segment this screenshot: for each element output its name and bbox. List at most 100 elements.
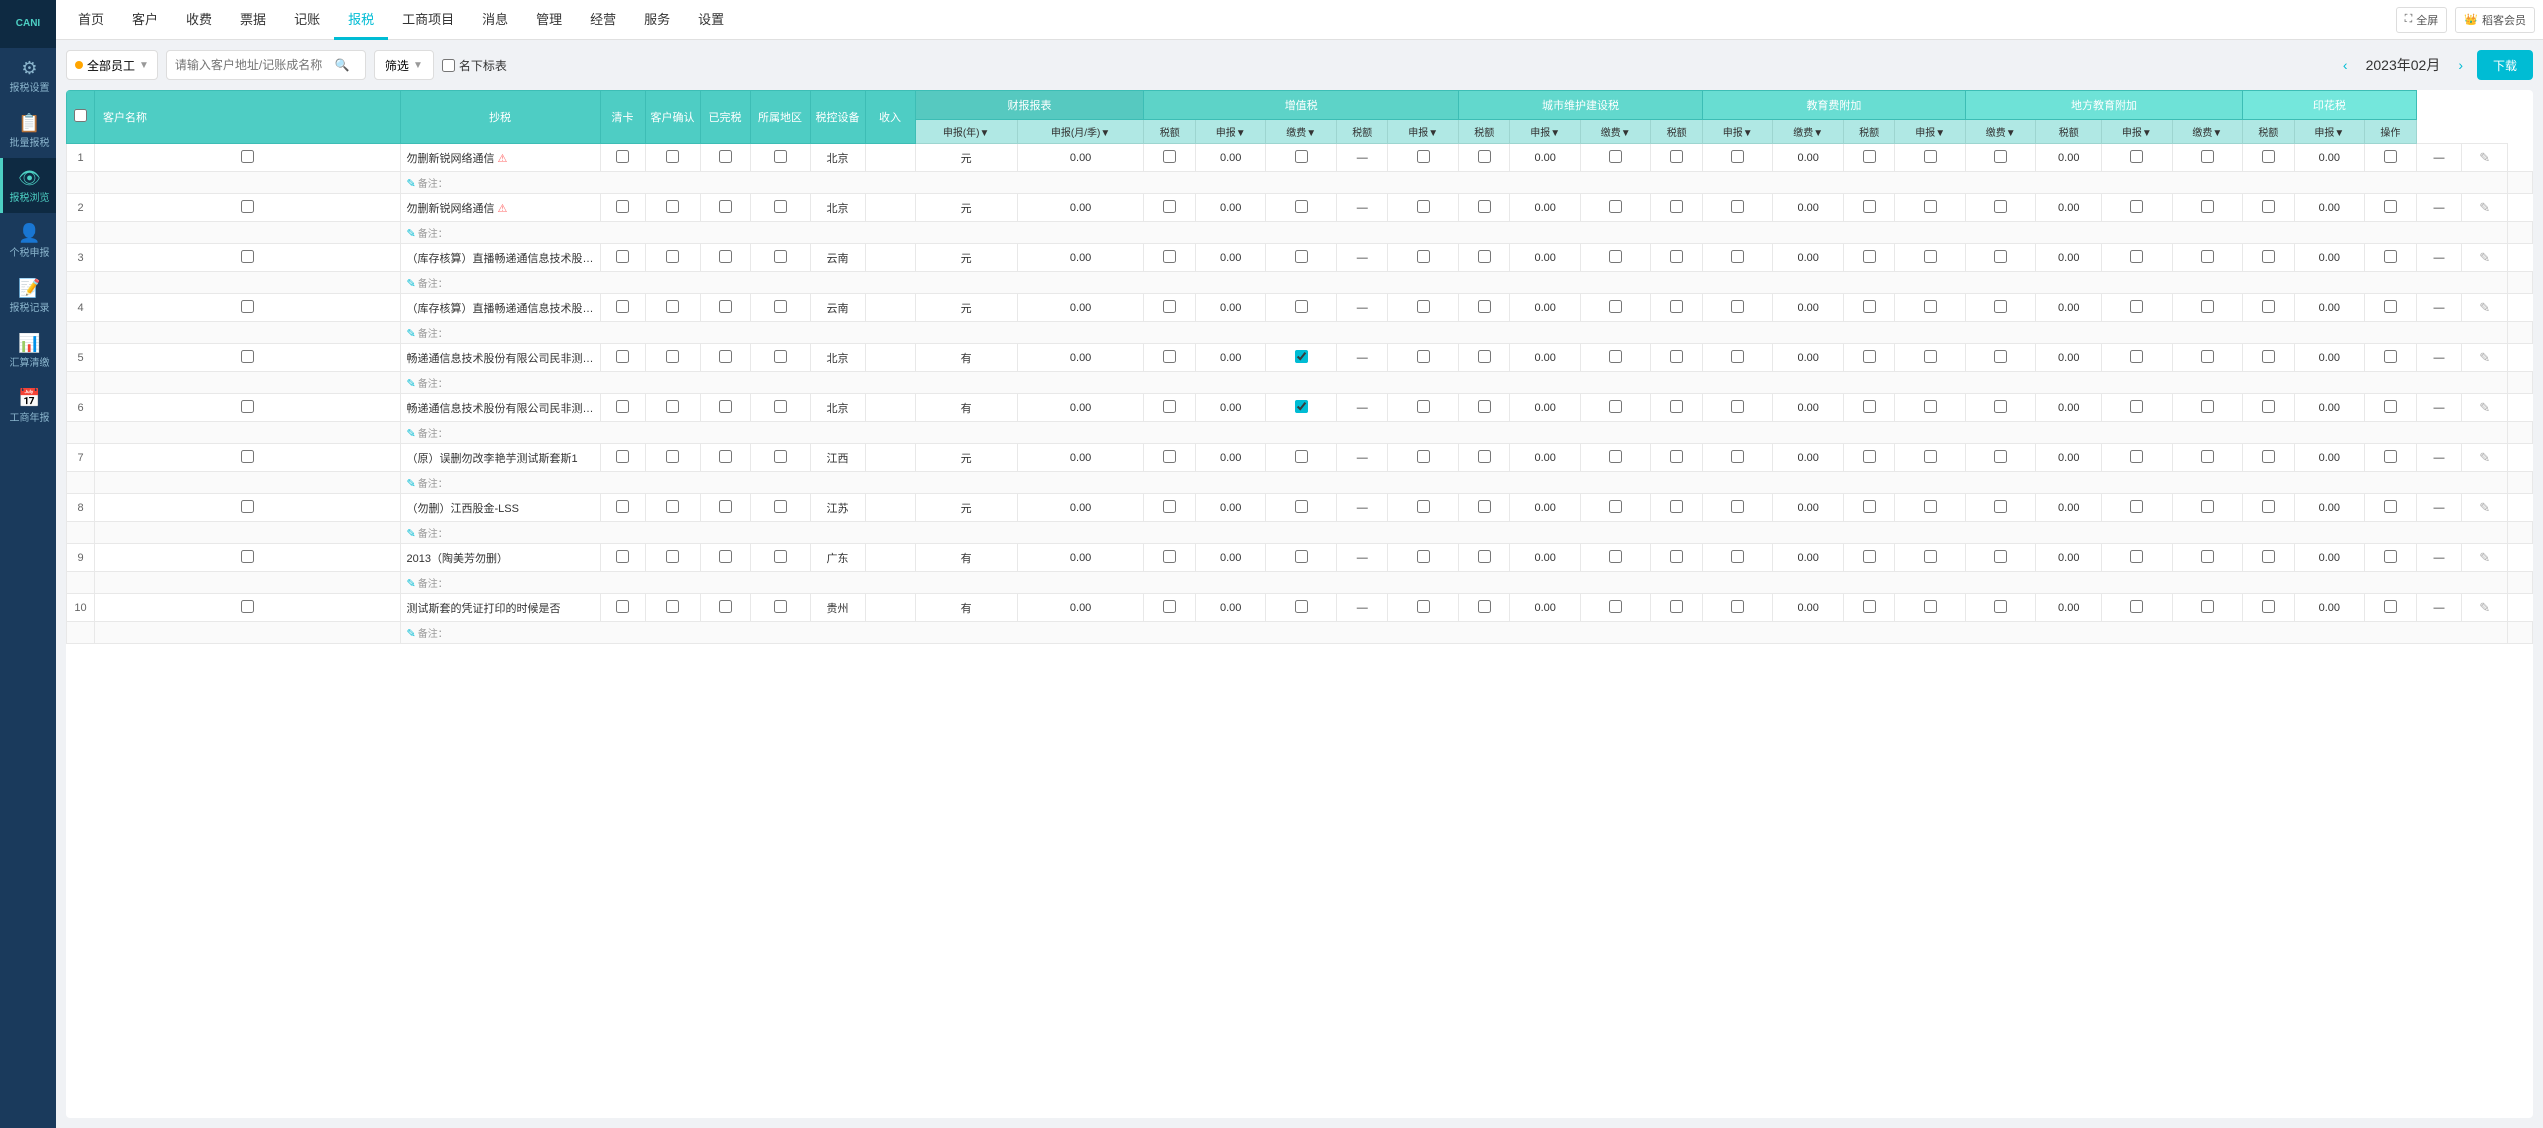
edu-amount-checkbox[interactable] [1924,500,1937,513]
clear-card-checkbox[interactable] [666,400,679,413]
edit-icon[interactable]: ✎ [2479,300,2490,315]
paid-checkbox[interactable] [774,500,787,513]
edit-icon[interactable]: ✎ [2479,350,2490,365]
nav-settings[interactable]: 设置 [684,0,738,40]
next-month-button[interactable]: › [2452,55,2469,75]
vat-declare2-checkbox[interactable] [1478,400,1491,413]
city-declare-checkbox[interactable] [1609,400,1622,413]
vat-declare-checkbox[interactable] [1295,350,1308,363]
confirm-checkbox[interactable] [719,500,732,513]
edu-declare2-checkbox[interactable] [1994,150,2007,163]
row-checkbox[interactable] [241,250,254,263]
edu-pay-checkbox[interactable] [1863,500,1876,513]
confirm-checkbox[interactable] [719,200,732,213]
vat-amount2-checkbox[interactable] [1417,200,1430,213]
stamp-declare-checkbox[interactable] [2384,450,2397,463]
nav-invoice[interactable]: 票据 [226,0,280,40]
city-declare-checkbox[interactable] [1609,550,1622,563]
row-checkbox[interactable] [241,200,254,213]
edu-declare2-checkbox[interactable] [1994,550,2007,563]
row-checkbox[interactable] [241,550,254,563]
city-pay-checkbox[interactable] [1670,150,1683,163]
clear-card-checkbox[interactable] [666,500,679,513]
local-amount-checkbox[interactable] [2130,150,2143,163]
financial-month-checkbox[interactable] [1163,350,1176,363]
vat-declare2-checkbox[interactable] [1478,550,1491,563]
row-checkbox[interactable] [241,600,254,613]
vat-declare-checkbox[interactable] [1295,550,1308,563]
confirm-checkbox[interactable] [719,250,732,263]
local-pay2-checkbox[interactable] [2262,300,2275,313]
local-pay2-checkbox[interactable] [2262,550,2275,563]
city-pay-checkbox[interactable] [1670,450,1683,463]
local-pay2-checkbox[interactable] [2262,250,2275,263]
financial-month-checkbox[interactable] [1163,400,1176,413]
paid-checkbox[interactable] [774,250,787,263]
local-amount-checkbox[interactable] [2130,350,2143,363]
local-declare-checkbox[interactable] [2201,500,2214,513]
sidebar-item-batch-tax[interactable]: 📋 批量报税 [0,103,56,158]
sidebar-item-tax-settings[interactable]: ⚙ 报税设置 [0,48,56,103]
city-declare-checkbox[interactable] [1609,300,1622,313]
financial-month-checkbox[interactable] [1163,450,1176,463]
vat-declare2-checkbox[interactable] [1478,600,1491,613]
sidebar-item-tax-view[interactable]: 👁 报税浏览 [0,158,56,213]
edu-declare2-checkbox[interactable] [1994,500,2007,513]
city-pay-checkbox[interactable] [1670,550,1683,563]
fullscreen-button[interactable]: ⛶ 全屏 [2396,7,2448,33]
local-pay2-checkbox[interactable] [2262,200,2275,213]
financial-month-checkbox[interactable] [1163,550,1176,563]
stamp-declare-checkbox[interactable] [2384,250,2397,263]
vat-declare-checkbox[interactable] [1295,200,1308,213]
confirm-checkbox[interactable] [719,300,732,313]
local-declare-checkbox[interactable] [2201,600,2214,613]
sidebar-item-summary[interactable]: 📊 汇算清缴 [0,323,56,378]
vat-amount2-checkbox[interactable] [1417,250,1430,263]
city-pay-checkbox[interactable] [1670,200,1683,213]
nav-biz-projects[interactable]: 工商项目 [388,0,468,40]
city-pay-checkbox[interactable] [1670,600,1683,613]
edu-pay-checkbox[interactable] [1863,400,1876,413]
confirm-checkbox[interactable] [719,150,732,163]
local-amount-checkbox[interactable] [2130,250,2143,263]
local-pay2-checkbox[interactable] [2262,500,2275,513]
edu-declare2-checkbox[interactable] [1994,300,2007,313]
city-pay-checkbox[interactable] [1670,300,1683,313]
financial-month-checkbox[interactable] [1163,250,1176,263]
paid-checkbox[interactable] [774,350,787,363]
nav-home[interactable]: 首页 [64,0,118,40]
edu-pay-checkbox[interactable] [1863,150,1876,163]
sidebar-item-annual-tax[interactable]: 📅 工商年报 [0,378,56,433]
stamp-declare-checkbox[interactable] [2384,300,2397,313]
copy-tax-checkbox[interactable] [616,400,629,413]
edu-declare2-checkbox[interactable] [1994,200,2007,213]
vat-amount2-checkbox[interactable] [1417,600,1430,613]
vat-amount2-checkbox[interactable] [1417,350,1430,363]
clear-card-checkbox[interactable] [666,350,679,363]
vat-declare2-checkbox[interactable] [1478,200,1491,213]
city-amount2-checkbox[interactable] [1731,200,1744,213]
confirm-checkbox[interactable] [719,550,732,563]
local-amount-checkbox[interactable] [2130,300,2143,313]
vat-declare2-checkbox[interactable] [1478,350,1491,363]
stamp-declare-checkbox[interactable] [2384,150,2397,163]
local-declare-checkbox[interactable] [2201,350,2214,363]
edu-declare2-checkbox[interactable] [1994,250,2007,263]
edu-amount-checkbox[interactable] [1924,350,1937,363]
nav-services[interactable]: 服务 [630,0,684,40]
paid-checkbox[interactable] [774,400,787,413]
copy-tax-checkbox[interactable] [616,500,629,513]
row-checkbox[interactable] [241,150,254,163]
city-declare-checkbox[interactable] [1609,250,1622,263]
nav-operations[interactable]: 经营 [576,0,630,40]
vat-amount2-checkbox[interactable] [1417,450,1430,463]
copy-tax-checkbox[interactable] [616,350,629,363]
vat-declare-checkbox[interactable] [1295,150,1308,163]
edu-pay-checkbox[interactable] [1863,250,1876,263]
vat-declare2-checkbox[interactable] [1478,150,1491,163]
edu-pay-checkbox[interactable] [1863,350,1876,363]
sidebar-item-personal-tax[interactable]: 👤 个税申报 [0,213,56,268]
city-amount2-checkbox[interactable] [1731,550,1744,563]
confirm-checkbox[interactable] [719,400,732,413]
nav-client[interactable]: 客户 [118,0,172,40]
